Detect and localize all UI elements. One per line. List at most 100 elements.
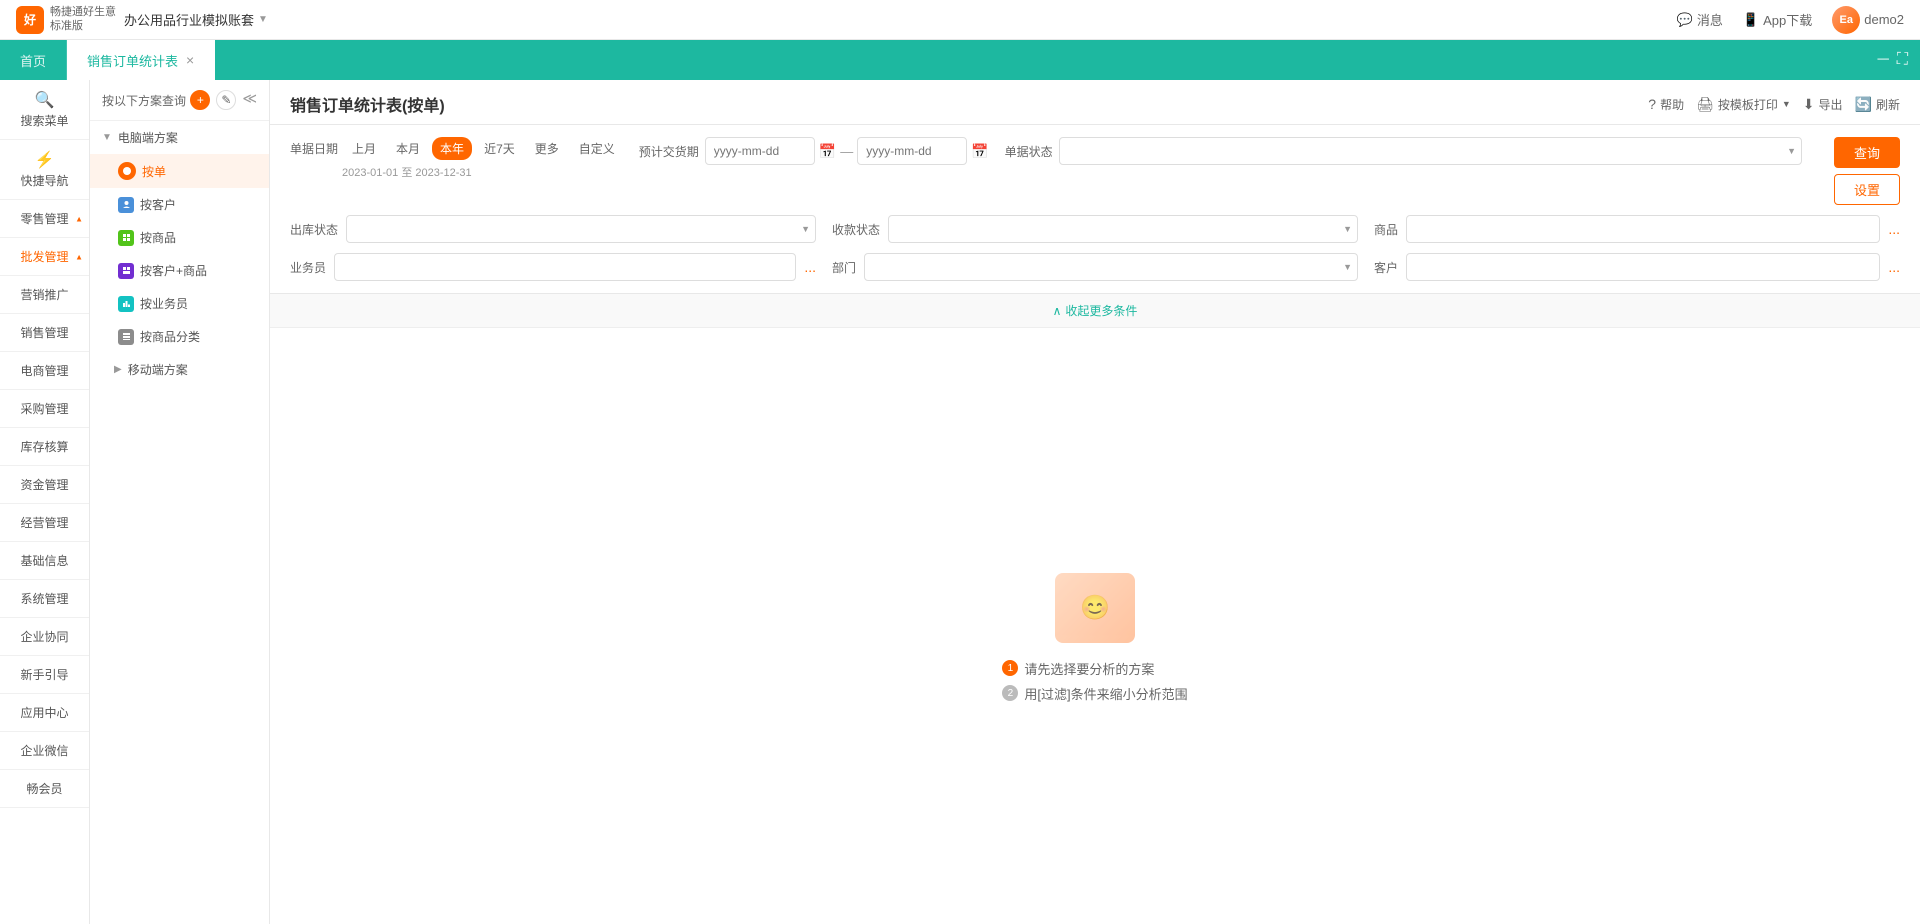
quick-nav-icon: ⚡ [6, 150, 83, 170]
sidebar-item-quick-nav[interactable]: ⚡ 快捷导航 [0, 140, 89, 200]
calendar-from-icon[interactable]: 📅 [819, 143, 836, 160]
tip-num-2: 2 [1002, 685, 1018, 701]
content-area: 按以下方案查询 + ✎ ≪ ▼ 电脑端方案 按单 [90, 80, 1920, 924]
page-header-actions: ? 帮助 🖨 按模板打印 ▼ ⬇ 导出 🔄 刷新 [1648, 96, 1900, 113]
mobile-scheme-group-header[interactable]: ▶ 移动端方案 [90, 353, 269, 386]
scheme-icon-salesman [118, 296, 134, 312]
scheme-panel-header: 按以下方案查询 + ✎ ≪ [90, 80, 269, 121]
sidebar-item-ecommerce[interactable]: 电商管理 [0, 352, 89, 390]
group-arrow-icon: ▼ [102, 132, 112, 143]
goods-input[interactable] [1406, 215, 1880, 243]
dept-select[interactable] [864, 253, 1358, 281]
collapse-more-conditions-button[interactable]: ∧ 收起更多条件 [1053, 302, 1138, 319]
scheme-icon-customer-goods [118, 263, 134, 279]
collapse-bar[interactable]: ∧ 收起更多条件 [270, 294, 1920, 328]
calendar-to-icon[interactable]: 📅 [971, 143, 988, 160]
template-print-button[interactable]: 🖨 按模板打印 ▼ [1696, 96, 1791, 113]
collapse-scheme-button[interactable]: ≪ [242, 90, 257, 110]
export-button[interactable]: ⬇ 导出 [1803, 96, 1843, 113]
refresh-icon: 🔄 [1855, 96, 1872, 113]
salesman-label: 业务员 [290, 259, 326, 276]
sidebar-item-newbie[interactable]: 新手引导 [0, 656, 89, 694]
salesman-more-button[interactable]: ... [804, 259, 816, 275]
scheme-icon-goods [118, 230, 134, 246]
search-btn-area: 查询 设置 [1818, 137, 1900, 205]
help-button[interactable]: ? 帮助 [1648, 96, 1684, 113]
sidebar-item-app-center[interactable]: 应用中心 [0, 694, 89, 732]
date-tab-this-month[interactable]: 本月 [388, 137, 428, 160]
customer-input[interactable] [1406, 253, 1880, 281]
sidebar-item-retail[interactable]: 零售管理 [0, 200, 89, 238]
expected-date-to-input[interactable] [857, 137, 967, 165]
sidebar-item-finance[interactable]: 资金管理 [0, 466, 89, 504]
sidebar-item-purchase[interactable]: 采购管理 [0, 390, 89, 428]
sidebar-item-enterprise-wechat[interactable]: 企业微信 [0, 732, 89, 770]
settings-button[interactable]: 设置 [1834, 174, 1900, 205]
date-tab-last-7-days[interactable]: 近7天 [476, 137, 523, 160]
scheme-item-by-customer-goods[interactable]: 按客户+商品 [90, 254, 269, 287]
date-tab-last-month[interactable]: 上月 [344, 137, 384, 160]
dropdown-arrow-icon[interactable]: ▼ [258, 14, 268, 25]
add-scheme-button[interactable]: + [190, 90, 210, 110]
nav-tabs: 首页 销售订单统计表 × ─ ⛶ [0, 40, 1920, 80]
date-tab-more[interactable]: 更多 [527, 137, 567, 160]
tab-home[interactable]: 首页 [0, 40, 67, 80]
print-dropdown-icon: ▼ [1782, 99, 1791, 109]
sidebar-item-sales[interactable]: 销售管理 [0, 314, 89, 352]
delivery-status-select[interactable] [346, 215, 816, 243]
scheme-item-by-goods-category[interactable]: 按商品分类 [90, 320, 269, 353]
avatar: Ea [1832, 6, 1860, 34]
date-range-hint: 2023-01-01 至 2023-12-31 [290, 164, 623, 180]
goods-more-button[interactable]: ... [1888, 221, 1900, 237]
page-header: 销售订单统计表(按单) ? 帮助 🖨 按模板打印 ▼ ⬇ 导出 [270, 80, 1920, 125]
sidebar-item-search-menu[interactable]: 🔍 搜索菜单 [0, 80, 89, 140]
sidebar-item-inventory[interactable]: 库存核算 [0, 428, 89, 466]
minimize-window-icon[interactable]: ─ [1877, 51, 1888, 69]
refresh-button[interactable]: 🔄 刷新 [1855, 96, 1900, 113]
goods-group: 商品 ... [1374, 215, 1900, 243]
sidebar-item-wholesale[interactable]: 批发管理 [0, 238, 89, 276]
top-bar-title[interactable]: 办公用品行业模拟账套 ▼ [124, 10, 1677, 29]
sidebar-item-operations[interactable]: 经营管理 [0, 504, 89, 542]
empty-illustration [1035, 543, 1155, 643]
customer-more-button[interactable]: ... [1888, 259, 1900, 275]
expected-date-from-input[interactable] [705, 137, 815, 165]
collapse-icon: ∧ [1053, 304, 1062, 318]
scheme-item-by-goods[interactable]: 按商品 [90, 221, 269, 254]
sidebar-item-marketing[interactable]: 营销推广 [0, 276, 89, 314]
user-menu[interactable]: Ea demo2 [1832, 6, 1904, 34]
help-icon: ? [1648, 96, 1656, 112]
salesman-input[interactable] [334, 253, 796, 281]
payment-status-select[interactable] [888, 215, 1358, 243]
sidebar-item-member[interactable]: 畅会员 [0, 770, 89, 808]
edit-scheme-button[interactable]: ✎ [216, 90, 236, 110]
scheme-item-by-customer[interactable]: 按客户 [90, 188, 269, 221]
close-tab-icon[interactable]: × [186, 53, 194, 67]
maximize-window-icon[interactable]: ⛶ [1897, 51, 1908, 69]
customer-label: 客户 [1374, 259, 1398, 276]
sidebar-item-basic-info[interactable]: 基础信息 [0, 542, 89, 580]
app-download-action[interactable]: 📱 App下载 [1743, 10, 1812, 29]
message-action[interactable]: 💬 消息 [1677, 10, 1723, 29]
message-icon: 💬 [1677, 12, 1693, 28]
date-tab-custom[interactable]: 自定义 [571, 137, 623, 160]
logo-text: 畅捷通好生意 标准版 [50, 6, 116, 32]
search-button[interactable]: 查询 [1834, 137, 1900, 168]
scheme-item-by-order[interactable]: 按单 [90, 154, 269, 188]
expected-date-group: 预计交货期 📅 — 📅 [639, 137, 989, 165]
pc-scheme-group-header[interactable]: ▼ 电脑端方案 [90, 121, 269, 154]
app-download-icon: 📱 [1743, 12, 1759, 28]
payment-status-group: 收款状态 [832, 215, 1358, 243]
tab-sales-order-stats[interactable]: 销售订单统计表 × [67, 40, 215, 80]
expected-date-label: 预计交货期 [639, 143, 699, 160]
date-tab-this-year[interactable]: 本年 [432, 137, 472, 160]
doc-status-select[interactable] [1059, 137, 1802, 165]
date-separator: — [840, 144, 853, 159]
sidebar-item-system[interactable]: 系统管理 [0, 580, 89, 618]
scheme-item-by-salesman[interactable]: 按业务员 [90, 287, 269, 320]
dept-group: 部门 [832, 253, 1358, 281]
sidebar-item-enterprise[interactable]: 企业协同 [0, 618, 89, 656]
delivery-status-label: 出库状态 [290, 221, 338, 238]
pc-scheme-group: ▼ 电脑端方案 按单 按客户 [90, 121, 269, 353]
delivery-status-group: 出库状态 [290, 215, 816, 243]
